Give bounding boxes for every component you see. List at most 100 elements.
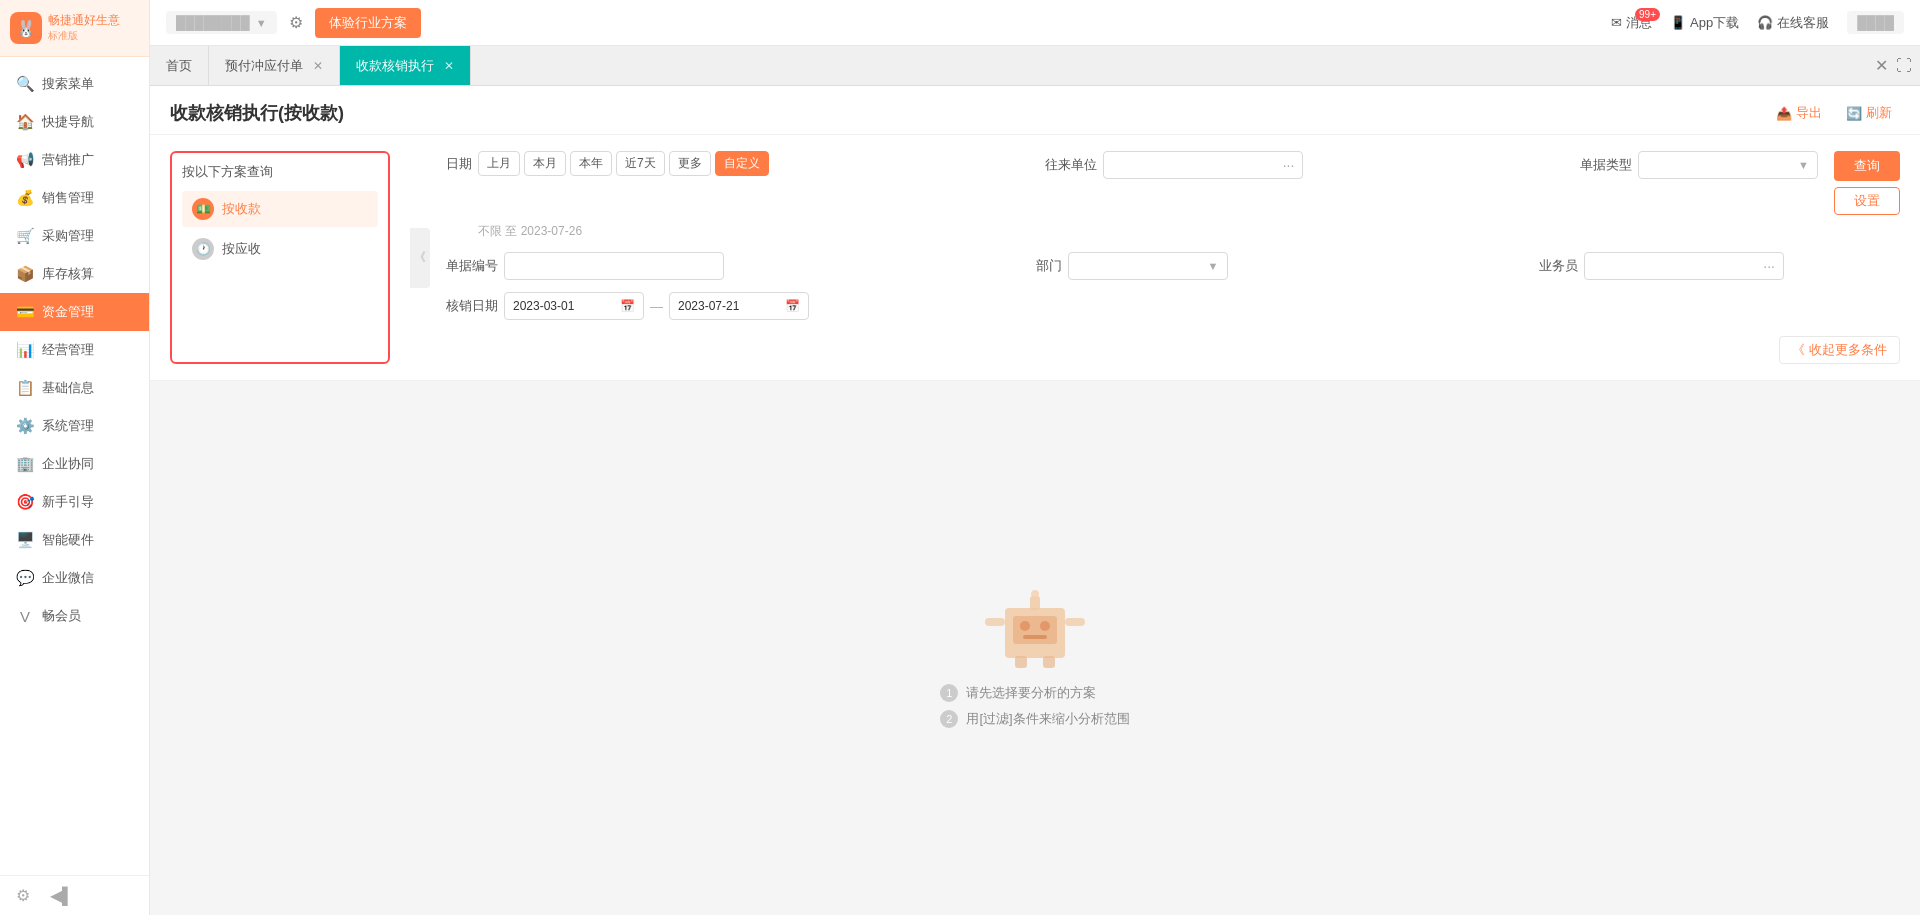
sidebar-item-finance[interactable]: 💳 资金管理: [0, 293, 149, 331]
date-this-year[interactable]: 本年: [570, 151, 612, 176]
date-this-month[interactable]: 本月: [524, 151, 566, 176]
collapse-more-button[interactable]: 《 收起更多条件: [1779, 336, 1900, 364]
company-name: ████████: [176, 15, 250, 30]
settings-icon[interactable]: ⚙: [16, 886, 30, 905]
svg-point-3: [1040, 621, 1050, 631]
user-info[interactable]: ████: [1847, 11, 1904, 34]
app-name: 畅捷通好生意: [48, 13, 120, 29]
sidebar-item-label: 搜索菜单: [42, 75, 94, 93]
close-tab-icon[interactable]: ✕: [1875, 56, 1888, 75]
filter-option-by-receipt[interactable]: 💵 按收款: [182, 191, 378, 227]
filter-collapse-btn[interactable]: 《: [410, 228, 430, 288]
dept-label: 部门: [1036, 257, 1062, 275]
sidebar-item-label: 快捷导航: [42, 113, 94, 131]
svg-rect-4: [1023, 635, 1047, 639]
logo-icon: 🐰: [10, 12, 42, 44]
customer-service-button[interactable]: 🎧 在线客服: [1757, 14, 1829, 32]
filter-row-2: 单据编号 部门 ▼ 业务员: [446, 252, 1900, 280]
empty-state: 1 请先选择要分析的方案 2 用[过滤]条件来缩小分析范围: [150, 381, 1920, 915]
filter-scheme-panel: 按以下方案查询 💵 按收款 🕐 按应收: [170, 151, 390, 364]
sidebar-item-inventory[interactable]: 📦 库存核算: [0, 255, 149, 293]
page-content: 收款核销执行(按收款) 📤 导出 🔄 刷新 按以下方案查询 💵 按收款: [150, 86, 1920, 915]
sidebar-item-management[interactable]: 📊 经营管理: [0, 331, 149, 369]
sidebar-item-nav[interactable]: 🏠 快捷导航: [0, 103, 149, 141]
message-button[interactable]: ✉ 消息 99+: [1611, 14, 1652, 32]
filter-form: 日期 上月 本月 本年 近7天 更多 自定义: [446, 151, 1900, 364]
collapse-sidebar-icon[interactable]: ◀▌: [50, 886, 73, 905]
verify-date-range: 2023-03-01 📅 — 2023-07-21 📅: [504, 292, 809, 320]
verify-end-value: 2023-07-21: [678, 299, 739, 313]
partner-dots[interactable]: ···: [1283, 157, 1295, 173]
collapse-icon: 《: [414, 249, 426, 266]
expand-icon[interactable]: ⛶: [1896, 57, 1912, 75]
sidebar-item-label: 新手引导: [42, 493, 94, 511]
tab-collection[interactable]: 收款核销执行 ✕: [340, 46, 471, 85]
tab-collection-close[interactable]: ✕: [444, 59, 454, 73]
management-icon: 📊: [16, 341, 34, 359]
sidebar-item-collab[interactable]: 🏢 企业协同: [0, 445, 149, 483]
app-download-button[interactable]: 📱 App下载: [1670, 14, 1739, 32]
tab-prepay[interactable]: 预付冲应付单 ✕: [209, 46, 340, 85]
doc-num-filter-group: 单据编号: [446, 252, 724, 280]
staff-dots[interactable]: ···: [1763, 258, 1775, 274]
logo-area: 🐰 畅捷通好生意 标准版: [0, 0, 149, 57]
sidebar-item-guide[interactable]: 🎯 新手引导: [0, 483, 149, 521]
doc-num-label: 单据编号: [446, 257, 498, 275]
date-last-month[interactable]: 上月: [478, 151, 520, 176]
sidebar-item-member[interactable]: V 畅会员: [0, 597, 149, 635]
sidebar-item-label: 系统管理: [42, 417, 94, 435]
solution-button[interactable]: 体验行业方案: [315, 8, 421, 38]
collapse-more-label: 收起更多条件: [1809, 341, 1887, 359]
message-badge: 99+: [1635, 8, 1660, 21]
tab-home[interactable]: 首页: [150, 46, 209, 85]
date-custom[interactable]: 自定义: [715, 151, 769, 176]
doc-type-filter-group: 单据类型 ▼: [1580, 151, 1818, 179]
sidebar-item-hardware[interactable]: 🖥️ 智能硬件: [0, 521, 149, 559]
verify-start-value: 2023-03-01: [513, 299, 574, 313]
tab-prepay-close[interactable]: ✕: [313, 59, 323, 73]
verify-end-input[interactable]: 2023-07-21 📅: [669, 292, 809, 320]
refresh-button[interactable]: 🔄 刷新: [1838, 100, 1900, 126]
dept-chevron-icon: ▼: [1208, 260, 1219, 272]
doc-type-select[interactable]: ▼: [1638, 151, 1818, 179]
sidebar-item-purchase[interactable]: 🛒 采购管理: [0, 217, 149, 255]
sidebar-item-sales[interactable]: 💰 销售管理: [0, 179, 149, 217]
date-last-7days[interactable]: 近7天: [616, 151, 665, 176]
staff-filter-group: 业务员 ···: [1539, 252, 1784, 280]
guide-icon: 🎯: [16, 493, 34, 511]
collapse-more-section: 《 收起更多条件: [446, 332, 1900, 364]
sidebar: 🐰 畅捷通好生意 标准版 🔍 搜索菜单 🏠 快捷导航 📢 营销推广 💰 销售管理…: [0, 0, 150, 915]
svg-rect-7: [1015, 656, 1027, 668]
filter-row-3: 核销日期 2023-03-01 📅 — 2023-07-21 📅: [446, 292, 1900, 320]
svg-rect-9: [1030, 596, 1040, 610]
tab-collection-label: 收款核销执行: [356, 57, 434, 75]
staff-label: 业务员: [1539, 257, 1578, 275]
customer-service-label: 在线客服: [1777, 14, 1829, 32]
sidebar-item-label: 库存核算: [42, 265, 94, 283]
sidebar-item-search[interactable]: 🔍 搜索菜单: [0, 65, 149, 103]
doc-type-label: 单据类型: [1580, 156, 1632, 174]
page-actions: 📤 导出 🔄 刷新: [1768, 100, 1900, 126]
sidebar-item-wechat[interactable]: 💬 企业微信: [0, 559, 149, 597]
settings-button[interactable]: 设置: [1834, 187, 1900, 215]
refresh-icon: 🔄: [1846, 106, 1862, 121]
filter-area: 按以下方案查询 💵 按收款 🕐 按应收 《: [150, 135, 1920, 381]
query-button[interactable]: 查询: [1834, 151, 1900, 181]
sidebar-item-system[interactable]: ⚙️ 系统管理: [0, 407, 149, 445]
date-more[interactable]: 更多: [669, 151, 711, 176]
export-button[interactable]: 📤 导出: [1768, 100, 1830, 126]
dept-select[interactable]: ▼: [1068, 252, 1228, 280]
sidebar-item-basic[interactable]: 📋 基础信息: [0, 369, 149, 407]
filter-option-by-receivable[interactable]: 🕐 按应收: [182, 231, 378, 267]
sidebar-item-label: 基础信息: [42, 379, 94, 397]
verify-start-input[interactable]: 2023-03-01 📅: [504, 292, 644, 320]
svg-point-2: [1020, 621, 1030, 631]
page-header: 收款核销执行(按收款) 📤 导出 🔄 刷新: [150, 86, 1920, 135]
company-selector[interactable]: ████████ ▼: [166, 11, 277, 34]
sidebar-item-marketing[interactable]: 📢 营销推广: [0, 141, 149, 179]
gear-icon[interactable]: ⚙: [289, 13, 303, 32]
sidebar-bottom: ⚙ ◀▌: [0, 875, 149, 915]
message-icon: ✉: [1611, 15, 1622, 30]
doc-num-input[interactable]: [504, 252, 724, 280]
wechat-icon: 💬: [16, 569, 34, 587]
